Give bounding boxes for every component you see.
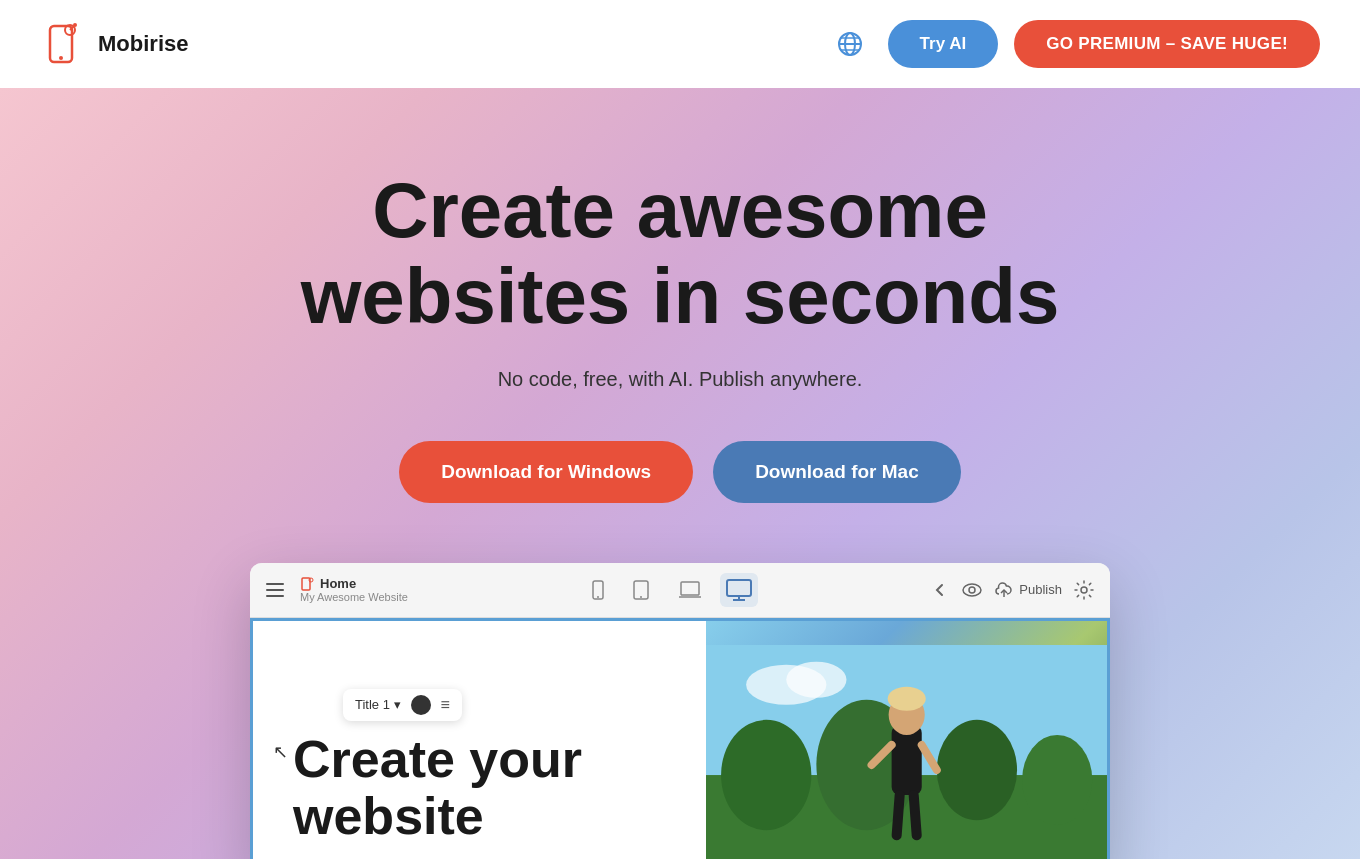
cloud-upload-icon	[995, 581, 1013, 599]
dot-icon	[411, 695, 431, 715]
mobile-icon	[588, 580, 608, 600]
header: Mobirise Try AI GO PREMIUM – SAVE HUGE!	[0, 0, 1360, 88]
svg-point-1	[59, 56, 63, 60]
hamburger-line-3	[266, 595, 284, 597]
page-info: Home My Awesome Website	[300, 576, 408, 603]
svg-point-22	[969, 587, 975, 593]
hamburger-icon[interactable]	[266, 583, 284, 597]
eye-icon	[961, 581, 983, 599]
preview-image	[706, 621, 1107, 859]
hero-title: Create awesome websites in seconds	[230, 168, 1130, 340]
svg-point-4	[73, 23, 77, 27]
svg-line-39	[913, 795, 916, 835]
hamburger-line-2	[266, 589, 284, 591]
device-laptop-btn[interactable]	[672, 574, 708, 606]
app-preview: Home My Awesome Website	[250, 563, 1110, 859]
laptop-icon	[678, 580, 702, 600]
hero-subtitle: No code, free, with AI. Publish anywhere…	[498, 368, 863, 391]
back-icon	[931, 581, 949, 599]
svg-point-35	[887, 687, 925, 711]
svg-point-32	[1022, 735, 1092, 825]
lines-icon: ≡	[441, 696, 450, 714]
svg-point-24	[1081, 587, 1087, 593]
app-toolbar: Home My Awesome Website	[250, 563, 1110, 618]
page-subname: My Awesome Website	[300, 591, 408, 603]
globe-button[interactable]	[828, 22, 872, 66]
device-mobile-btn[interactable]	[582, 574, 614, 606]
svg-rect-18	[727, 580, 751, 596]
download-mac-button[interactable]: Download for Mac	[713, 441, 961, 503]
hamburger-line-1	[266, 583, 284, 585]
toolbar-center	[582, 573, 758, 607]
svg-point-31	[936, 720, 1016, 820]
publish-label: Publish	[1019, 582, 1062, 597]
tablet-icon	[632, 580, 654, 600]
publish-btn[interactable]: Publish	[995, 581, 1062, 599]
title-badge-label: Title 1 ▾	[355, 697, 401, 712]
back-btn[interactable]	[931, 581, 949, 599]
logo-area: Mobirise	[40, 20, 188, 68]
preview-scene-svg	[706, 645, 1107, 859]
svg-point-21	[963, 584, 981, 596]
device-desktop-btn[interactable]	[720, 573, 758, 607]
download-windows-button[interactable]: Download for Windows	[399, 441, 693, 503]
svg-rect-33	[891, 725, 921, 795]
preview-btn[interactable]	[961, 581, 983, 599]
page-name-icon	[300, 577, 314, 591]
logo-icon	[40, 20, 88, 68]
device-tablet-btn[interactable]	[626, 574, 660, 606]
toolbar-left: Home My Awesome Website	[266, 576, 408, 603]
editing-toolbar: Title 1 ▾ ≡	[343, 689, 462, 721]
svg-rect-16	[681, 582, 699, 595]
svg-point-27	[786, 662, 846, 698]
svg-point-13	[597, 596, 599, 598]
settings-btn[interactable]	[1074, 580, 1094, 600]
svg-point-15	[640, 596, 642, 598]
settings-icon	[1074, 580, 1094, 600]
content-area: Create yourwebsite	[253, 621, 1107, 859]
page-name: Home	[300, 576, 408, 591]
desktop-icon	[726, 579, 752, 601]
hero-buttons: Download for Windows Download for Mac	[399, 441, 961, 503]
logo-text: Mobirise	[98, 31, 188, 57]
try-ai-button[interactable]: Try AI	[888, 20, 999, 68]
header-right: Try AI GO PREMIUM – SAVE HUGE!	[828, 20, 1320, 68]
svg-point-29	[721, 720, 811, 830]
svg-line-38	[896, 795, 899, 835]
cursor-arrow: ↖	[273, 741, 288, 763]
globe-icon	[836, 30, 864, 58]
hero-section: Create awesome websites in seconds No co…	[0, 88, 1360, 859]
premium-button[interactable]: GO PREMIUM – SAVE HUGE!	[1014, 20, 1320, 68]
toolbar-right: Publish	[931, 580, 1094, 600]
app-content: ↑ ↓ ⚙ 🗑 Title 1 ▾ ≡ ↖ Create yourwebsite	[250, 618, 1110, 859]
